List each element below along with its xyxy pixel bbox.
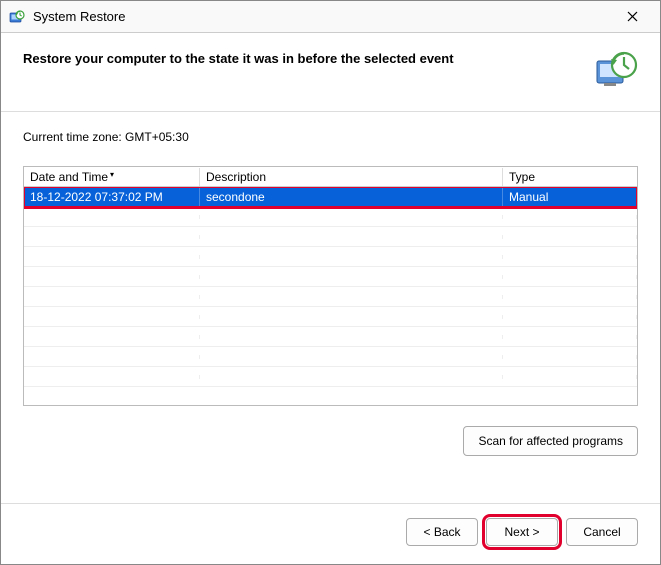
table-row-empty (24, 287, 637, 307)
cell-datetime: 18-12-2022 07:37:02 PM (24, 188, 200, 206)
sort-caret-icon: ▾ (110, 170, 114, 179)
table-row-empty (24, 327, 637, 347)
scan-row: Scan for affected programs (23, 426, 638, 456)
column-header-label: Type (509, 170, 535, 184)
table-row-empty (24, 247, 637, 267)
column-header-label: Date and Time (30, 170, 108, 184)
table-body: 18-12-2022 07:37:02 PM secondone Manual (24, 187, 637, 405)
window-title: System Restore (33, 9, 612, 24)
close-button[interactable] (612, 3, 652, 31)
next-button[interactable]: Next > (486, 518, 558, 546)
scan-affected-programs-button[interactable]: Scan for affected programs (463, 426, 638, 456)
timezone-label: Current time zone: GMT+05:30 (23, 130, 638, 144)
header: Restore your computer to the state it wa… (1, 33, 660, 112)
restore-points-table: Date and Time▾ Description Type 18-12-20… (23, 166, 638, 406)
column-header-datetime[interactable]: Date and Time▾ (24, 168, 200, 186)
titlebar: System Restore (1, 1, 660, 33)
page-heading: Restore your computer to the state it wa… (23, 49, 584, 66)
back-button[interactable]: < Back (406, 518, 478, 546)
content-area: Current time zone: GMT+05:30 Date and Ti… (1, 112, 660, 503)
table-header-row: Date and Time▾ Description Type (24, 167, 637, 187)
cell-description: secondone (200, 188, 503, 206)
cell-type: Manual (503, 188, 637, 206)
table-row-empty (24, 307, 637, 327)
system-restore-window: System Restore Restore your computer to … (0, 0, 661, 565)
restore-large-icon (594, 49, 638, 93)
system-restore-icon (9, 9, 25, 25)
table-row-empty (24, 347, 637, 367)
footer: < Back Next > Cancel (1, 503, 660, 564)
table-row-empty (24, 227, 637, 247)
table-row-empty (24, 207, 637, 227)
table-row-empty (24, 267, 637, 287)
column-header-description[interactable]: Description (200, 168, 503, 186)
table-row[interactable]: 18-12-2022 07:37:02 PM secondone Manual (24, 187, 637, 207)
column-header-type[interactable]: Type (503, 168, 637, 186)
column-header-label: Description (206, 170, 266, 184)
cancel-button[interactable]: Cancel (566, 518, 638, 546)
table-row-empty (24, 367, 637, 387)
